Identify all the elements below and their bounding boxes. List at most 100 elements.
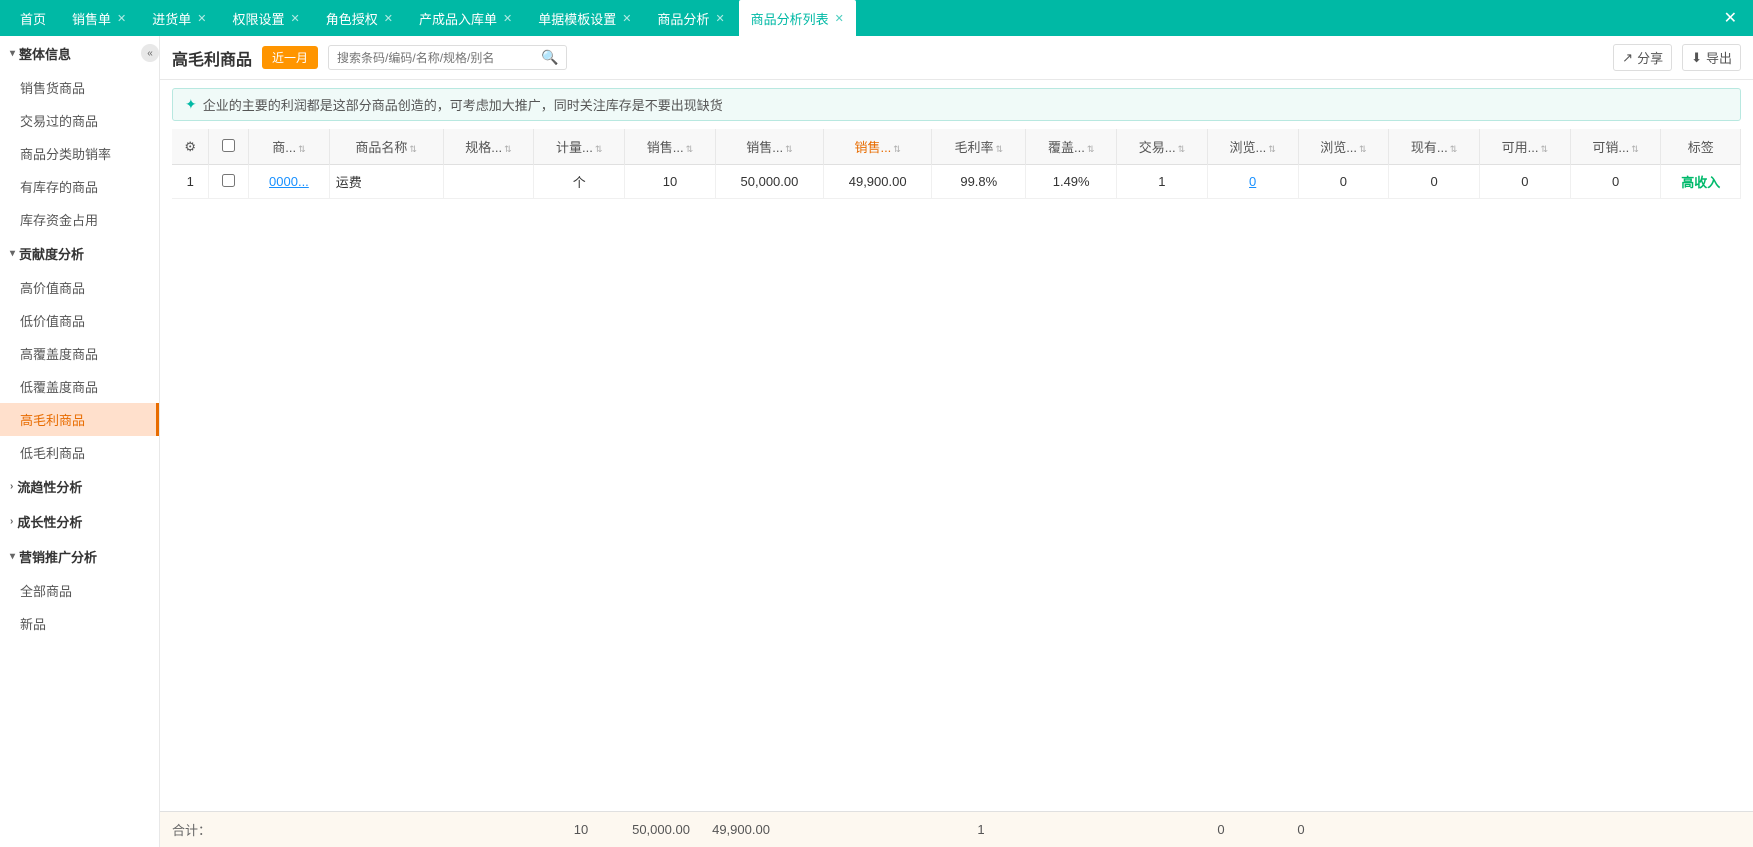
tab-permissions-close[interactable]: ✕ bbox=[291, 12, 300, 25]
tab-sales[interactable]: 销售单 ✕ bbox=[60, 0, 138, 36]
tab-analysis[interactable]: 商品分析 ✕ bbox=[645, 0, 736, 36]
export-btn[interactable]: ⬇ 导出 bbox=[1682, 44, 1741, 71]
cell-index: 1 bbox=[172, 165, 209, 199]
col-views2[interactable]: 浏览...⇅ bbox=[1298, 129, 1389, 165]
col-tag[interactable]: 标签 bbox=[1661, 129, 1741, 165]
cell-sales-amount: 50,000.00 bbox=[715, 165, 823, 199]
cell-coverage: 1.49% bbox=[1026, 165, 1117, 199]
cell-transactions: 1 bbox=[1117, 165, 1208, 199]
cell-checkbox[interactable] bbox=[209, 165, 249, 199]
sidebar-item-low-margin[interactable]: 低毛利商品 bbox=[0, 436, 159, 469]
sidebar: « ▾ 整体信息 销售货商品 交易过的商品 商品分类助销率 有库存的商品 库存资… bbox=[0, 36, 160, 847]
cell-views1[interactable]: 0 bbox=[1207, 165, 1298, 199]
footer-label: 合计： bbox=[172, 820, 221, 839]
sidebar-collapse-btn[interactable]: « bbox=[141, 44, 159, 62]
col-sales-cost[interactable]: 销售...⇅ bbox=[824, 129, 932, 165]
cell-sellable: 0 bbox=[1570, 165, 1661, 199]
tab-template-close[interactable]: ✕ bbox=[622, 12, 631, 25]
cell-spec bbox=[443, 165, 534, 199]
cell-name: 运费 bbox=[329, 165, 443, 199]
cell-available-stock: 0 bbox=[1479, 165, 1570, 199]
tab-roles[interactable]: 角色授权 ✕ bbox=[314, 0, 405, 36]
search-icon[interactable]: 🔍 bbox=[541, 49, 558, 66]
export-icon: ⬇ bbox=[1691, 50, 1702, 66]
content-header: 高毛利商品 近一月 🔍 ↗ 分享 ⬇ 导出 bbox=[160, 36, 1753, 80]
select-all-checkbox[interactable] bbox=[222, 139, 235, 152]
col-checkbox[interactable] bbox=[209, 129, 249, 165]
col-unit[interactable]: 计量...⇅ bbox=[534, 129, 625, 165]
tab-purchase[interactable]: 进货单 ✕ bbox=[140, 0, 218, 36]
sidebar-group-overview[interactable]: ▾ 整体信息 bbox=[0, 36, 159, 71]
window-close-btn[interactable]: ✕ bbox=[1716, 8, 1745, 28]
notice-bar: ✦ 企业的主要的利润都是这部分商品创造的，可考虑加大推广，同时关注库存是不要出现… bbox=[172, 88, 1741, 121]
data-table: ⚙ 商...⇅ 商品名称⇅ 规格...⇅ 计量...⇅ 销售...⇅ 销售...… bbox=[172, 129, 1741, 199]
row-checkbox[interactable] bbox=[222, 174, 235, 187]
sidebar-item-high-value[interactable]: 高价值商品 bbox=[0, 271, 159, 304]
col-sales-amount[interactable]: 销售...⇅ bbox=[715, 129, 823, 165]
cell-views2: 0 bbox=[1298, 165, 1389, 199]
sidebar-item-low-value[interactable]: 低价值商品 bbox=[0, 304, 159, 337]
col-name[interactable]: 商品名称⇅ bbox=[329, 129, 443, 165]
share-icon: ↗ bbox=[1622, 50, 1633, 66]
tab-warehousing-close[interactable]: ✕ bbox=[503, 12, 512, 25]
cell-sales-cost: 49,900.00 bbox=[824, 165, 932, 199]
sidebar-group-trend[interactable]: › 流趋性分析 bbox=[0, 469, 159, 504]
tab-analysis-list-close[interactable]: ✕ bbox=[835, 12, 844, 25]
col-available-stock[interactable]: 可用...⇅ bbox=[1479, 129, 1570, 165]
sidebar-item-low-coverage[interactable]: 低覆盖度商品 bbox=[0, 370, 159, 403]
sidebar-item-high-coverage[interactable]: 高覆盖度商品 bbox=[0, 337, 159, 370]
footer-sales-cost: 49,900.00 bbox=[701, 822, 781, 837]
share-btn[interactable]: ↗ 分享 bbox=[1613, 44, 1672, 71]
tab-home[interactable]: 首页 bbox=[8, 0, 58, 36]
col-transactions[interactable]: 交易...⇅ bbox=[1117, 129, 1208, 165]
arrow-icon-2: ▾ bbox=[10, 248, 15, 259]
col-views1[interactable]: 浏览...⇅ bbox=[1207, 129, 1298, 165]
col-settings[interactable]: ⚙ bbox=[172, 129, 209, 165]
main-layout: « ▾ 整体信息 销售货商品 交易过的商品 商品分类助销率 有库存的商品 库存资… bbox=[0, 36, 1753, 847]
col-coverage[interactable]: 覆盖...⇅ bbox=[1026, 129, 1117, 165]
col-sellable[interactable]: 可销...⇅ bbox=[1570, 129, 1661, 165]
sidebar-item-new-goods[interactable]: 新品 bbox=[0, 607, 159, 640]
search-input[interactable] bbox=[337, 51, 537, 65]
cell-sales-qty: 10 bbox=[625, 165, 716, 199]
notice-text: 企业的主要的利润都是这部分商品创造的，可考虑加大推广，同时关注库存是不要出现缺货 bbox=[203, 95, 723, 114]
sidebar-item-all-goods[interactable]: 全部商品 bbox=[0, 574, 159, 607]
sidebar-item-category-rate[interactable]: 商品分类助销率 bbox=[0, 137, 159, 170]
sidebar-item-traded-goods[interactable]: 交易过的商品 bbox=[0, 104, 159, 137]
footer-sales-amount: 50,000.00 bbox=[621, 822, 701, 837]
filter-recent-month-btn[interactable]: 近一月 bbox=[262, 46, 318, 69]
sidebar-item-sales-goods[interactable]: 销售货商品 bbox=[0, 71, 159, 104]
sidebar-item-stock-funds[interactable]: 库存资金占用 bbox=[0, 203, 159, 236]
tab-permissions[interactable]: 权限设置 ✕ bbox=[220, 0, 311, 36]
col-code[interactable]: 商...⇅ bbox=[249, 129, 330, 165]
sidebar-group-contribution[interactable]: ▾ 贡献度分析 bbox=[0, 236, 159, 271]
col-sales-qty[interactable]: 销售...⇅ bbox=[625, 129, 716, 165]
tab-warehousing[interactable]: 产成品入库单 ✕ bbox=[407, 0, 524, 36]
table-header-row: ⚙ 商...⇅ 商品名称⇅ 规格...⇅ 计量...⇅ 销售...⇅ 销售...… bbox=[172, 129, 1741, 165]
col-spec[interactable]: 规格...⇅ bbox=[443, 129, 534, 165]
col-gross-margin[interactable]: 毛利率⇅ bbox=[932, 129, 1026, 165]
tab-roles-close[interactable]: ✕ bbox=[384, 12, 393, 25]
sidebar-item-high-margin[interactable]: 高毛利商品 bbox=[0, 403, 159, 436]
notice-icon: ✦ bbox=[185, 96, 197, 113]
cell-code[interactable]: 0000... bbox=[249, 165, 330, 199]
arrow-icon-5: ▾ bbox=[10, 551, 15, 562]
footer-available-stock: 0 bbox=[1261, 822, 1341, 837]
sidebar-item-in-stock[interactable]: 有库存的商品 bbox=[0, 170, 159, 203]
sidebar-group-marketing[interactable]: ▾ 营销推广分析 bbox=[0, 539, 159, 574]
tab-analysis-list[interactable]: 商品分析列表 ✕ bbox=[739, 0, 856, 36]
table-container[interactable]: ⚙ 商...⇅ 商品名称⇅ 规格...⇅ 计量...⇅ 销售...⇅ 销售...… bbox=[160, 129, 1753, 811]
tab-purchase-close[interactable]: ✕ bbox=[197, 12, 206, 25]
arrow-icon-3: › bbox=[10, 481, 13, 492]
tab-sales-close[interactable]: ✕ bbox=[117, 12, 126, 25]
content-area: 高毛利商品 近一月 🔍 ↗ 分享 ⬇ 导出 ✦ 企业的主要的利润都是这部分商品创… bbox=[160, 36, 1753, 847]
table-row: 1 0000... 运费 个 10 50,000.00 49,900.00 99… bbox=[172, 165, 1741, 199]
tab-analysis-close[interactable]: ✕ bbox=[715, 12, 724, 25]
arrow-icon: ▾ bbox=[10, 48, 15, 59]
sidebar-group-growth[interactable]: › 成长性分析 bbox=[0, 504, 159, 539]
arrow-icon-4: › bbox=[10, 516, 13, 527]
page-title: 高毛利商品 bbox=[172, 46, 252, 70]
col-current-stock[interactable]: 现有...⇅ bbox=[1389, 129, 1480, 165]
tab-template[interactable]: 单据模板设置 ✕ bbox=[526, 0, 643, 36]
footer-transactions: 1 bbox=[941, 822, 1021, 837]
